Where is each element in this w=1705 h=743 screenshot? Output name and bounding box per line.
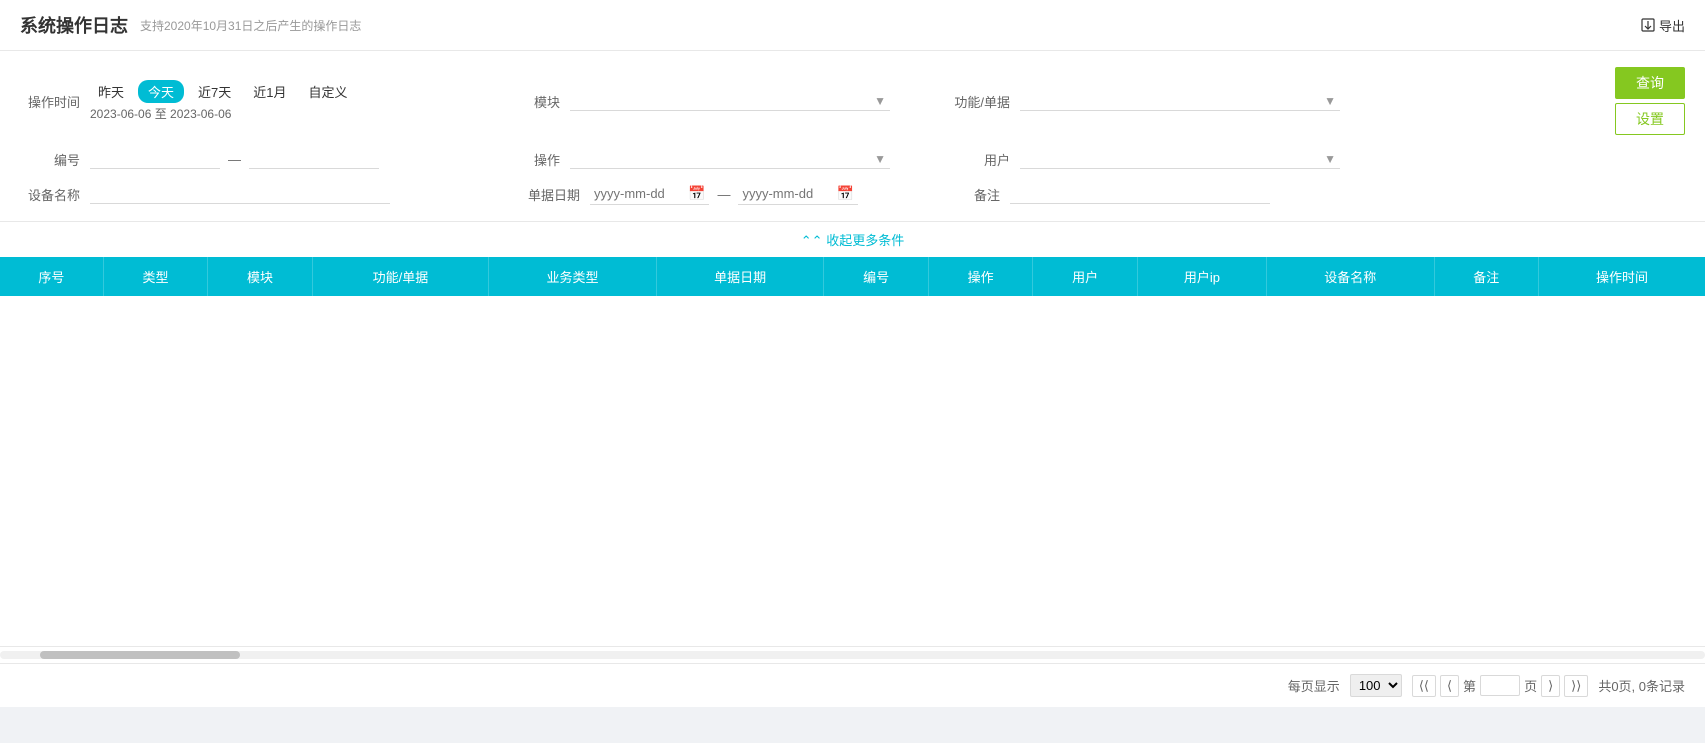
- last-page-btn[interactable]: ⟩⟩: [1564, 675, 1588, 697]
- device-label: 设备名称: [20, 185, 90, 204]
- scroll-thumb[interactable]: [40, 651, 240, 659]
- col-seq: 序号: [0, 257, 103, 296]
- col-func: 功能/单据: [312, 257, 488, 296]
- user-chevron-icon: ▼: [1324, 152, 1336, 166]
- query-button[interactable]: 查询: [1615, 67, 1685, 99]
- next-page-btn[interactable]: ⟩: [1541, 675, 1560, 697]
- page-unit: 页: [1524, 676, 1537, 695]
- page-header: 系统操作日志 支持2020年10月31日之后产生的操作日志 导出: [0, 0, 1705, 51]
- yesterday-btn[interactable]: 昨天: [90, 80, 132, 103]
- settings-button[interactable]: 设置: [1615, 103, 1685, 135]
- filter-area: 操作时间 昨天 今天 近7天 近1月 自定义 2023-06-06 至 2023…: [0, 51, 1705, 221]
- export-button[interactable]: 导出: [1641, 16, 1685, 35]
- func-select[interactable]: ▼: [1020, 92, 1340, 111]
- remark-input[interactable]: [1010, 184, 1270, 204]
- page-subtitle: 支持2020年10月31日之后产生的操作日志: [140, 17, 361, 34]
- date-start-wrapper: 📅: [590, 183, 709, 205]
- remark-filter: 备注: [920, 184, 1320, 204]
- header-row: 序号 类型 模块 功能/单据 业务类型 单据日期 编号 操作 用户 用户ip 设…: [0, 257, 1705, 296]
- scrollbar-area: [0, 646, 1705, 663]
- col-biz-type: 业务类型: [489, 257, 657, 296]
- total-text: 共0页, 0条记录: [1598, 676, 1685, 695]
- time-buttons: 昨天 今天 近7天 近1月 自定义: [90, 80, 356, 103]
- filter-row-1: 操作时间 昨天 今天 近7天 近1月 自定义 2023-06-06 至 2023…: [20, 67, 1685, 135]
- time-filter: 操作时间 昨天 今天 近7天 近1月 自定义 2023-06-06 至 2023…: [20, 80, 460, 122]
- func-chevron-icon: ▼: [1324, 94, 1336, 108]
- time-label: 操作时间: [20, 92, 90, 111]
- prev-page-btn[interactable]: ⟨: [1440, 675, 1459, 697]
- user-filter: 用户 ▼: [930, 150, 1340, 169]
- col-op-time: 操作时间: [1539, 257, 1705, 296]
- time-options: 昨天 今天 近7天 近1月 自定义 2023-06-06 至 2023-06-0…: [90, 80, 356, 122]
- pagination-nav: ⟨⟨ ⟨ 第 1 页 ⟩ ⟩⟩: [1412, 675, 1589, 697]
- today-btn[interactable]: 今天: [138, 80, 184, 103]
- title-area: 系统操作日志 支持2020年10月31日之后产生的操作日志: [20, 12, 361, 38]
- last1m-btn[interactable]: 近1月: [245, 80, 294, 103]
- num-input-end[interactable]: [249, 149, 379, 169]
- col-remark: 备注: [1434, 257, 1538, 296]
- device-filter: 设备名称: [20, 184, 460, 204]
- num-separator: —: [228, 152, 241, 167]
- per-page-label: 每页显示: [1288, 676, 1340, 695]
- module-label: 模块: [500, 92, 570, 111]
- first-page-btn[interactable]: ⟨⟨: [1412, 675, 1436, 697]
- filter-row-3: 设备名称 单据日期 📅 — 📅 备注: [20, 183, 1685, 205]
- filter-row-2: 编号 — 操作 ▼ 用户 ▼: [20, 149, 1685, 169]
- col-user-ip: 用户ip: [1137, 257, 1266, 296]
- calendar-start-icon[interactable]: 📅: [688, 185, 705, 202]
- collapse-bar[interactable]: ⌃⌃ 收起更多条件: [0, 221, 1705, 257]
- col-num: 编号: [824, 257, 928, 296]
- module-chevron-icon: ▼: [874, 94, 886, 108]
- user-label: 用户: [930, 150, 1020, 169]
- date-range-text: 2023-06-06 至 2023-06-06: [90, 105, 356, 122]
- collapse-icon: ⌃⌃: [801, 233, 826, 248]
- page-size-select[interactable]: 100 50 200: [1350, 674, 1402, 697]
- collapse-label: 收起更多条件: [826, 233, 904, 248]
- page-input[interactable]: 1: [1480, 675, 1520, 696]
- voucher-date-label: 单据日期: [500, 185, 590, 204]
- date-separator: —: [717, 187, 730, 202]
- last7-btn[interactable]: 近7天: [190, 80, 239, 103]
- col-module: 模块: [208, 257, 312, 296]
- num-input-start[interactable]: [90, 149, 220, 169]
- data-table: 序号 类型 模块 功能/单据 业务类型 单据日期 编号 操作 用户 用户ip 设…: [0, 257, 1705, 296]
- custom-btn[interactable]: 自定义: [301, 80, 356, 103]
- op-chevron-icon: ▼: [874, 152, 886, 166]
- page-label: 第: [1463, 676, 1476, 695]
- remark-label: 备注: [920, 185, 1010, 204]
- func-label: 功能/单据: [930, 92, 1020, 111]
- col-voucher-date: 单据日期: [656, 257, 824, 296]
- func-filter: 功能/单据 ▼: [930, 92, 1340, 111]
- date-start-input[interactable]: [594, 186, 684, 201]
- date-end-wrapper: 📅: [738, 183, 857, 205]
- action-buttons: 查询 设置: [1615, 67, 1685, 135]
- export-icon: [1641, 18, 1655, 32]
- op-filter: 操作 ▼: [500, 150, 890, 169]
- module-select[interactable]: ▼: [570, 92, 890, 111]
- export-label: 导出: [1659, 16, 1685, 35]
- op-select[interactable]: ▼: [570, 150, 890, 169]
- user-select[interactable]: ▼: [1020, 150, 1340, 169]
- table-container: 序号 类型 模块 功能/单据 业务类型 单据日期 编号 操作 用户 用户ip 设…: [0, 257, 1705, 646]
- col-type: 类型: [103, 257, 207, 296]
- pagination-bar: 每页显示 100 50 200 ⟨⟨ ⟨ 第 1 页 ⟩ ⟩⟩ 共0页, 0条记…: [0, 663, 1705, 707]
- table-header: 序号 类型 模块 功能/单据 业务类型 单据日期 编号 操作 用户 用户ip 设…: [0, 257, 1705, 296]
- num-filter: 编号 —: [20, 149, 460, 169]
- date-end-input[interactable]: [742, 186, 832, 201]
- module-filter: 模块 ▼: [500, 92, 890, 111]
- col-op: 操作: [928, 257, 1032, 296]
- calendar-end-icon[interactable]: 📅: [836, 185, 853, 202]
- empty-area: [0, 296, 1705, 646]
- col-device: 设备名称: [1266, 257, 1434, 296]
- scroll-track[interactable]: [0, 651, 1705, 659]
- num-label: 编号: [20, 150, 90, 169]
- device-input[interactable]: [90, 184, 390, 204]
- voucher-date-filter: 单据日期 📅 — 📅: [500, 183, 880, 205]
- col-user: 用户: [1033, 257, 1137, 296]
- page-title: 系统操作日志: [20, 12, 128, 38]
- op-label: 操作: [500, 150, 570, 169]
